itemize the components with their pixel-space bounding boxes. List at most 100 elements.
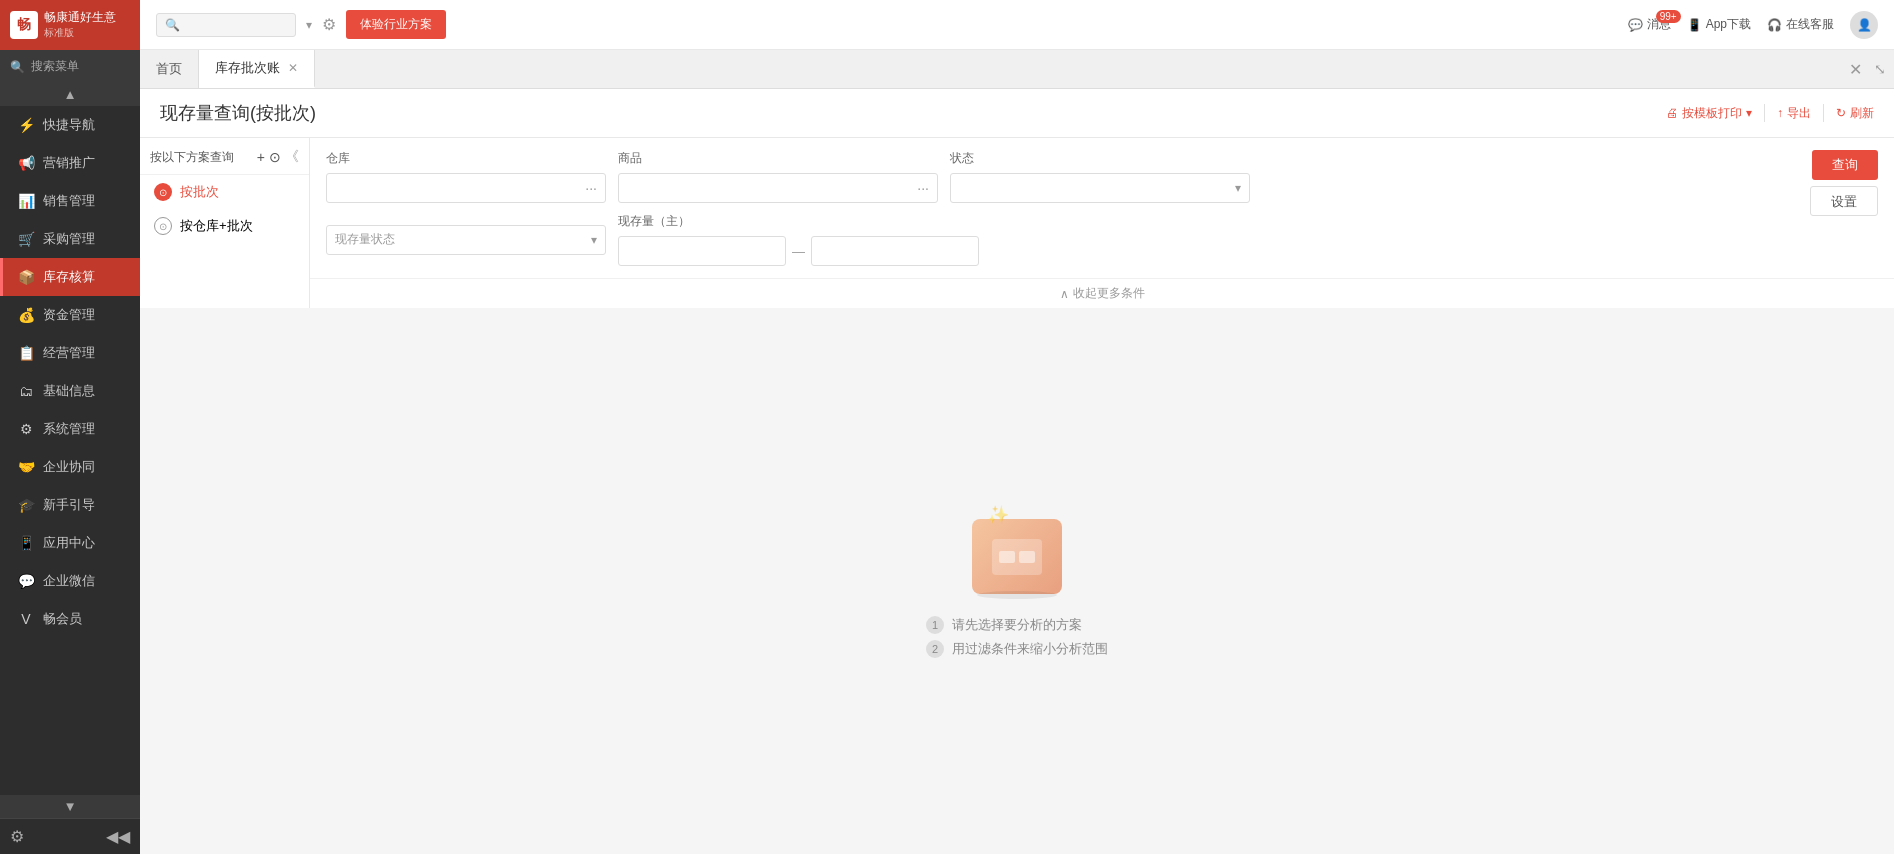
empty-hint-1: 1 请先选择要分析的方案 xyxy=(926,616,1108,634)
app-center-icon: 📱 xyxy=(17,534,35,552)
sidebar-item-wechat[interactable]: 💬 企业微信 xyxy=(0,562,140,600)
refresh-btn[interactable]: ↻ 刷新 xyxy=(1836,105,1874,122)
warehouse-input[interactable] xyxy=(335,181,585,195)
sidebar-item-member[interactable]: V 畅会员 xyxy=(0,600,140,638)
filter-group-stock-status: 现存量状态 ▾ xyxy=(326,225,606,255)
quick-nav-icon: ⚡ xyxy=(17,116,35,134)
online-support-btn[interactable]: 🎧 在线客服 xyxy=(1767,16,1834,33)
user-avatar[interactable]: 👤 xyxy=(1850,11,1878,39)
filter-row-1: 仓库 ··· 商品 ··· xyxy=(326,150,1794,203)
hint1-text: 请先选择要分析的方案 xyxy=(952,616,1082,634)
tab-close-btn[interactable]: ✕ xyxy=(288,62,298,74)
topbar-search-input[interactable] xyxy=(184,18,284,32)
warehouse-input-wrap[interactable]: ··· xyxy=(326,173,606,203)
sidebar-item-newbie[interactable]: 🎓 新手引导 xyxy=(0,486,140,524)
scheme-item-batch[interactable]: ⊙ 按批次 xyxy=(140,175,309,209)
warehouse-more-icon[interactable]: ··· xyxy=(585,180,597,196)
sidebar-nav: ⚡ 快捷导航 📢 营销推广 📊 销售管理 🛒 采购管理 📦 库存核算 💰 资金管… xyxy=(0,106,140,795)
export-btn[interactable]: ↑ 导出 xyxy=(1777,105,1811,122)
inventory-icon: 📦 xyxy=(17,268,35,286)
filter-area: 按以下方案查询 + ⊙ 《 ⊙ 按批次 ⊙ 按仓库+批次 xyxy=(140,138,1894,308)
member-icon: V xyxy=(17,610,35,628)
print-icon: 🖨 xyxy=(1666,106,1678,120)
app-download-label: App下载 xyxy=(1706,16,1751,33)
query-btn[interactable]: 查询 xyxy=(1812,150,1878,180)
export-icon: ↑ xyxy=(1777,106,1783,120)
sidebar-item-system[interactable]: ⚙ 系统管理 xyxy=(0,410,140,448)
sidebar-search-menu[interactable]: 🔍 搜索菜单 xyxy=(0,50,140,83)
sidebar-item-sales[interactable]: 📊 销售管理 xyxy=(0,182,140,220)
stock-qty-min-input[interactable] xyxy=(627,244,777,258)
stock-qty-min-wrap[interactable] xyxy=(618,236,786,266)
newbie-icon: 🎓 xyxy=(17,496,35,514)
sidebar-item-marketing[interactable]: 📢 营销推广 xyxy=(0,144,140,182)
sidebar-item-label: 企业微信 xyxy=(43,572,95,590)
tab-expand-btn[interactable]: ⤡ xyxy=(1874,61,1886,77)
product-label: 商品 xyxy=(618,150,938,167)
filter-right: 仓库 ··· 商品 ··· xyxy=(310,138,1894,308)
product-input-wrap[interactable]: ··· xyxy=(618,173,938,203)
print-dropdown-icon[interactable]: ▾ xyxy=(1746,106,1752,120)
stock-qty-dash: — xyxy=(792,244,805,259)
sidebar-item-finance[interactable]: 💰 资金管理 xyxy=(0,296,140,334)
scheme-add-btn[interactable]: + xyxy=(257,149,265,165)
empty-box xyxy=(972,519,1062,594)
refresh-icon: ↻ xyxy=(1836,106,1846,120)
topbar-dropdown-icon[interactable]: ▾ xyxy=(306,18,312,32)
settings-btn[interactable]: 设置 xyxy=(1810,186,1878,216)
sidebar-scroll-down[interactable]: ▼ xyxy=(0,795,140,818)
scheme-warehouse-batch-label: 按仓库+批次 xyxy=(180,217,253,235)
trial-btn[interactable]: 体验行业方案 xyxy=(346,10,446,39)
tab-home[interactable]: 首页 xyxy=(140,50,199,88)
empty-box-eye-left xyxy=(999,551,1015,563)
sidebar-item-base[interactable]: 🗂 基础信息 xyxy=(0,372,140,410)
warehouse-label: 仓库 xyxy=(326,150,606,167)
topbar-search-icon: 🔍 xyxy=(165,18,180,32)
filter-fields: 仓库 ··· 商品 ··· xyxy=(310,138,1810,278)
product-input[interactable] xyxy=(627,181,917,195)
tab-area-close-btn[interactable]: ✕ xyxy=(1845,60,1866,79)
empty-hints: 1 请先选择要分析的方案 2 用过滤条件来缩小分析范围 xyxy=(926,616,1108,658)
hint2-num: 2 xyxy=(926,640,944,658)
sidebar-scroll-up[interactable]: ▲ xyxy=(0,83,140,106)
system-icon: ⚙ xyxy=(17,420,35,438)
stock-status-select[interactable]: 现存量状态 ▾ xyxy=(326,225,606,255)
status-label: 状态 xyxy=(950,150,1250,167)
sidebar-item-inventory[interactable]: 📦 库存核算 xyxy=(0,258,140,296)
sidebar-item-quick-nav[interactable]: ⚡ 快捷导航 xyxy=(0,106,140,144)
status-select[interactable]: ▾ xyxy=(950,173,1250,203)
scheme-settings-btn[interactable]: ⊙ xyxy=(269,149,281,165)
page-actions: 🖨 按模板打印 ▾ ↑ 导出 ↻ 刷新 xyxy=(1666,104,1874,122)
sidebar-item-app-center[interactable]: 📱 应用中心 xyxy=(0,524,140,562)
collapse-row[interactable]: ∧ 收起更多条件 xyxy=(310,278,1894,308)
sidebar-settings-btn[interactable]: ⚙ xyxy=(10,827,24,846)
topbar-search-box[interactable]: 🔍 xyxy=(156,13,296,37)
sidebar-item-enterprise[interactable]: 🤝 企业协同 xyxy=(0,448,140,486)
stock-qty-max-wrap[interactable] xyxy=(811,236,979,266)
product-more-icon[interactable]: ··· xyxy=(917,180,929,196)
scheme-item-warehouse-batch[interactable]: ⊙ 按仓库+批次 xyxy=(140,209,309,243)
hint2-text: 用过滤条件来缩小分析范围 xyxy=(952,640,1108,658)
marketing-icon: 📢 xyxy=(17,154,35,172)
main-area: 🔍 ▾ ⚙ 体验行业方案 💬 消息 99+ 📱 App下载 🎧 在线客服 👤 xyxy=(140,0,1894,854)
filter-row-2: 现存量状态 ▾ 现存量（主） — xyxy=(326,213,1794,266)
sidebar-collapse-btn[interactable]: ◀◀ xyxy=(106,827,130,846)
messages-btn[interactable]: 💬 消息 99+ xyxy=(1628,16,1671,33)
stock-qty-range: — xyxy=(618,236,979,266)
query-btns-area: 查询 设置 xyxy=(1810,138,1894,278)
sidebar-item-label: 畅会员 xyxy=(43,610,82,628)
sidebar-item-label: 基础信息 xyxy=(43,382,95,400)
sidebar-item-operations[interactable]: 📋 经营管理 xyxy=(0,334,140,372)
app-download-btn[interactable]: 📱 App下载 xyxy=(1687,16,1751,33)
collapse-label: 收起更多条件 xyxy=(1073,285,1145,302)
sidebar-item-purchase[interactable]: 🛒 采购管理 xyxy=(0,220,140,258)
stock-qty-label: 现存量（主） xyxy=(618,213,979,230)
purchase-icon: 🛒 xyxy=(17,230,35,248)
topbar-gear-icon[interactable]: ⚙ xyxy=(322,15,336,34)
page-header: 现存量查询(按批次) 🖨 按模板打印 ▾ ↑ 导出 ↻ 刷新 xyxy=(140,89,1894,138)
stock-qty-max-input[interactable] xyxy=(820,244,970,258)
tabs-right-area: ✕ ⤡ xyxy=(1845,50,1894,88)
print-btn[interactable]: 🖨 按模板打印 ▾ xyxy=(1666,105,1752,122)
scheme-collapse-btn[interactable]: 《 xyxy=(285,148,299,166)
tab-inventory-batch[interactable]: 库存批次账 ✕ xyxy=(199,50,315,88)
